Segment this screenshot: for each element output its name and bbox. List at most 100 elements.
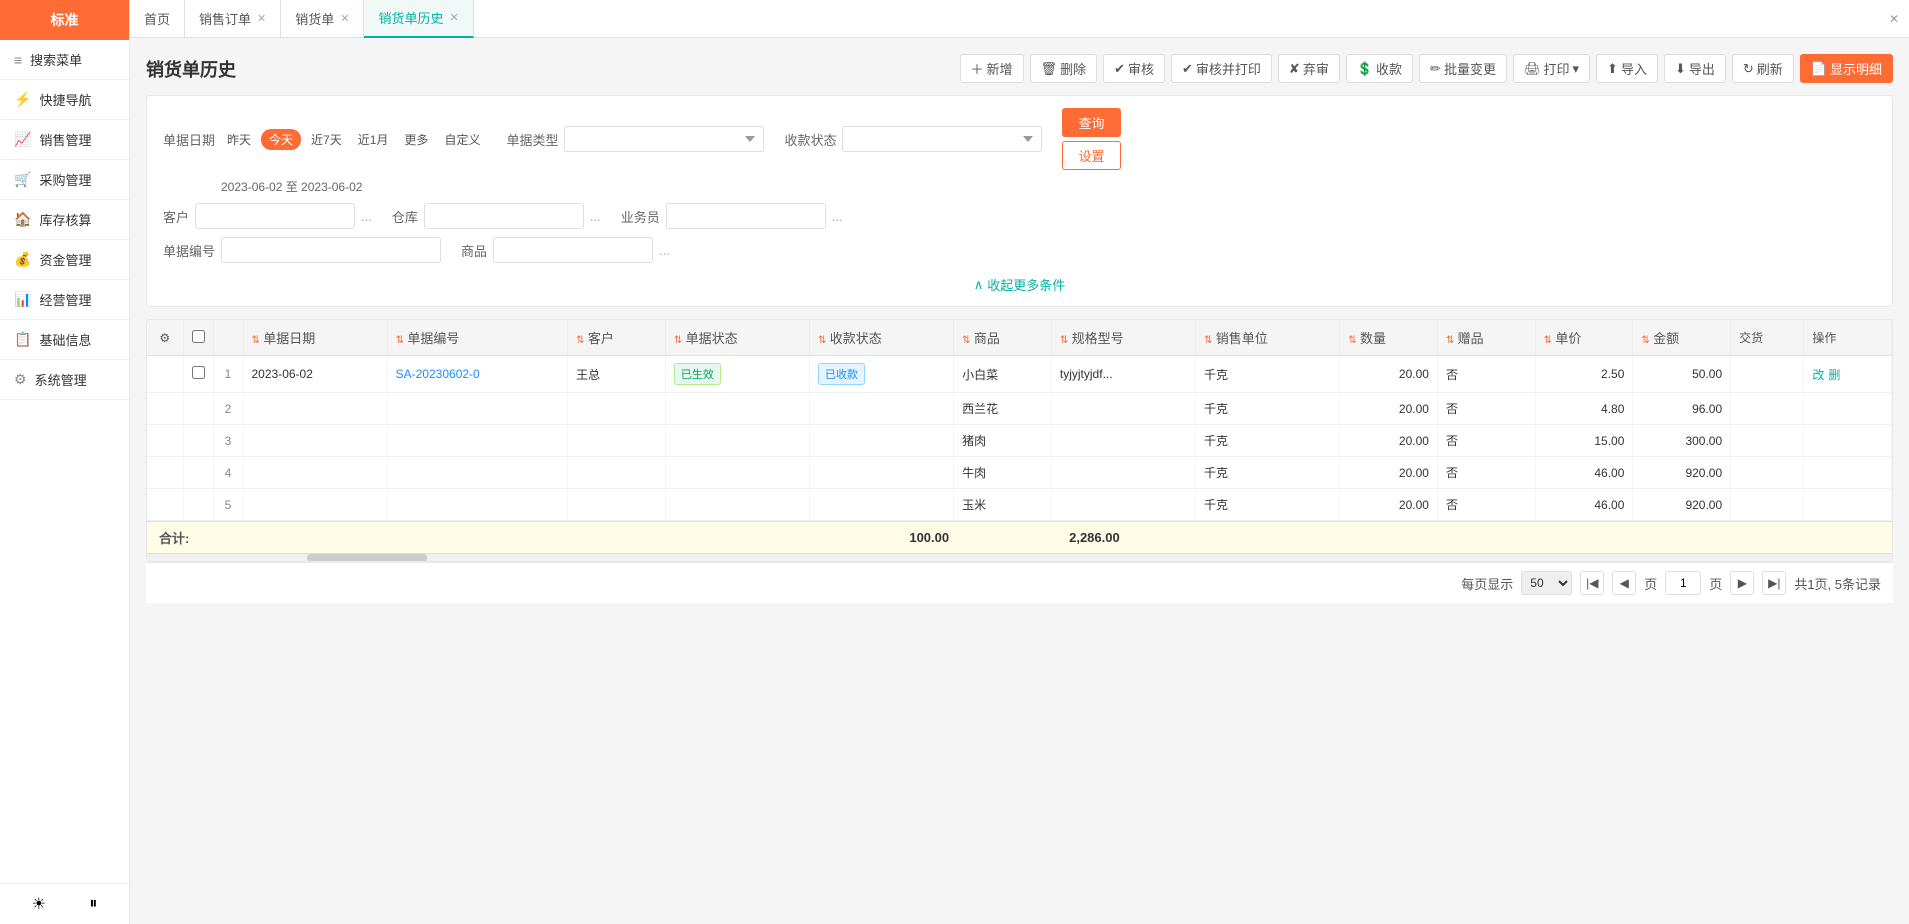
cell-cb[interactable] — [183, 489, 213, 521]
product-dots[interactable]: ... — [659, 243, 670, 258]
date-tag-1month[interactable]: 近1月 — [352, 129, 395, 150]
cell-transaction — [1731, 393, 1804, 425]
th-qty[interactable]: ⇅ 数量 — [1340, 320, 1438, 356]
th-doc-date[interactable]: ⇅ 单据日期 — [243, 320, 387, 356]
delete-icon: 🗑 — [1041, 61, 1058, 77]
page-first-button[interactable]: |◀ — [1580, 571, 1604, 595]
page-prev-button[interactable]: ◀ — [1612, 571, 1636, 595]
tab-sales-delivery-close[interactable]: ✕ — [340, 12, 349, 25]
doc-number-input[interactable] — [221, 237, 441, 263]
sidebar-item-system-mgmt[interactable]: ⚙ 系统管理 — [0, 360, 129, 400]
th-doc-status[interactable]: ⇅ 单据状态 — [665, 320, 809, 356]
sidebar-item-label: 基础信息 — [39, 330, 91, 349]
collapse-icon: ∧ — [974, 277, 984, 293]
cell-cb[interactable] — [183, 457, 213, 489]
sidebar-item-inventory-calc[interactable]: 🏠 库存核算 — [0, 200, 129, 240]
edit-op-button[interactable]: 改 — [1812, 368, 1824, 382]
select-all-checkbox[interactable] — [192, 330, 205, 343]
tab-sales-history[interactable]: 销货单历史 ✕ — [364, 0, 473, 38]
cell-doc-no[interactable]: SA-20230602-0 — [387, 356, 567, 393]
row-checkbox[interactable] — [192, 366, 205, 379]
cell-unit-price: 4.80 — [1535, 393, 1633, 425]
page-next-button[interactable]: ▶ — [1730, 571, 1754, 595]
sidebar-bottom-icon2[interactable]: ⏸ — [89, 895, 97, 913]
page-label-pre: 页 — [1644, 574, 1657, 593]
cell-gear — [147, 425, 183, 457]
sidebar-item-operations-mgmt[interactable]: 📊 经营管理 — [0, 280, 129, 320]
page-last-button[interactable]: ▶| — [1762, 571, 1786, 595]
page-input[interactable] — [1665, 571, 1701, 595]
salesperson-dots[interactable]: ... — [832, 209, 843, 224]
cell-unit: 千克 — [1196, 457, 1340, 489]
sidebar-item-base-info[interactable]: 📋 基础信息 — [0, 320, 129, 360]
customer-dots[interactable]: ... — [361, 209, 372, 224]
audit-button[interactable]: ✔ 审核 — [1103, 54, 1165, 83]
sidebar-item-search-menu[interactable]: ≡ 搜索菜单 — [0, 40, 129, 80]
new-button[interactable]: ＋ 新增 — [960, 54, 1024, 83]
cell-doc-no[interactable] — [387, 489, 567, 521]
sidebar-item-quick-nav[interactable]: ⚡ 快捷导航 — [0, 80, 129, 120]
th-collect-status[interactable]: ⇅ 收款状态 — [810, 320, 954, 356]
cell-doc-date: 2023-06-02 — [243, 356, 387, 393]
page-size-select[interactable]: 50 100 — [1521, 571, 1572, 595]
cell-product: 猪肉 — [954, 425, 1052, 457]
set-button[interactable]: 设置 — [1062, 141, 1120, 170]
collect-button[interactable]: 💲 收款 — [1346, 54, 1413, 83]
date-tag-more[interactable]: 更多 — [398, 129, 434, 150]
cell-cb[interactable] — [183, 356, 213, 393]
delete-button[interactable]: 🗑 删除 — [1030, 54, 1098, 83]
sidebar-item-purchase-mgmt[interactable]: 🛒 采购管理 — [0, 160, 129, 200]
th-spec[interactable]: ⇅ 规格型号 — [1051, 320, 1195, 356]
doc-type-select[interactable] — [564, 126, 764, 152]
import-button[interactable]: ⬆ 导入 — [1596, 54, 1658, 83]
cell-operation — [1804, 425, 1892, 457]
th-customer[interactable]: ⇅ 客户 — [568, 320, 666, 356]
customer-input[interactable] — [195, 203, 355, 229]
show-detail-button[interactable]: 📄 显示明细 — [1800, 54, 1893, 83]
audit-print-button[interactable]: ✔ 审核并打印 — [1171, 54, 1272, 83]
tab-sales-order[interactable]: 销售订单 ✕ — [185, 0, 281, 38]
tab-sales-order-close[interactable]: ✕ — [257, 12, 266, 25]
th-unit-price[interactable]: ⇅ 单价 — [1535, 320, 1633, 356]
export-button[interactable]: ⬇ 导出 — [1664, 54, 1726, 83]
abandon-icon: ✘ — [1289, 61, 1300, 77]
th-gear[interactable]: ⚙ — [147, 320, 183, 356]
cell-cb[interactable] — [183, 425, 213, 457]
tab-home[interactable]: 首页 — [130, 0, 185, 38]
delete-op-button[interactable]: 删 — [1828, 368, 1840, 382]
warehouse-input[interactable] — [424, 203, 584, 229]
th-product[interactable]: ⇅ 商品 — [954, 320, 1052, 356]
tab-sales-delivery[interactable]: 销货单 ✕ — [281, 0, 364, 38]
cell-doc-status — [665, 393, 809, 425]
collect-status-select[interactable] — [842, 126, 1042, 152]
query-button[interactable]: 查询 — [1062, 108, 1120, 137]
th-amount[interactable]: ⇅ 金额 — [1633, 320, 1731, 356]
th-checkbox[interactable] — [183, 320, 213, 356]
date-tag-today[interactable]: 今天 — [261, 129, 301, 150]
sidebar-bottom-icon1[interactable]: ☀ — [32, 894, 46, 914]
refresh-button[interactable]: ↻ 刷新 — [1732, 54, 1794, 83]
sidebar-item-sales-mgmt[interactable]: 📈 销售管理 — [0, 120, 129, 160]
horizontal-scrollbar[interactable] — [147, 553, 1892, 561]
collapse-button[interactable]: ∧ 收起更多条件 — [974, 275, 1066, 294]
date-tag-7days[interactable]: 近7天 — [305, 129, 348, 150]
cell-doc-no[interactable] — [387, 457, 567, 489]
scrollbar-thumb[interactable] — [307, 554, 427, 562]
print-button[interactable]: 🖨 打印 ▾ — [1513, 54, 1590, 83]
tab-sales-history-close[interactable]: ✕ — [450, 11, 459, 24]
th-doc-no[interactable]: ⇅ 单据编号 — [387, 320, 567, 356]
th-gift[interactable]: ⇅ 赠品 — [1437, 320, 1535, 356]
salesperson-input[interactable] — [666, 203, 826, 229]
cell-doc-no[interactable] — [387, 425, 567, 457]
th-unit[interactable]: ⇅ 销售单位 — [1196, 320, 1340, 356]
batch-change-button[interactable]: ✏ 批量变更 — [1419, 54, 1507, 83]
warehouse-dots[interactable]: ... — [590, 209, 601, 224]
sidebar-item-finance-mgmt[interactable]: 💰 资金管理 — [0, 240, 129, 280]
tab-close-all[interactable]: ✕ — [1889, 12, 1909, 26]
cell-cb[interactable] — [183, 393, 213, 425]
date-tag-custom[interactable]: 自定义 — [438, 129, 486, 150]
product-input[interactable] — [493, 237, 653, 263]
cell-doc-no[interactable] — [387, 393, 567, 425]
abandon-button[interactable]: ✘ 弃审 — [1278, 54, 1340, 83]
date-tag-yesterday[interactable]: 昨天 — [221, 129, 257, 150]
